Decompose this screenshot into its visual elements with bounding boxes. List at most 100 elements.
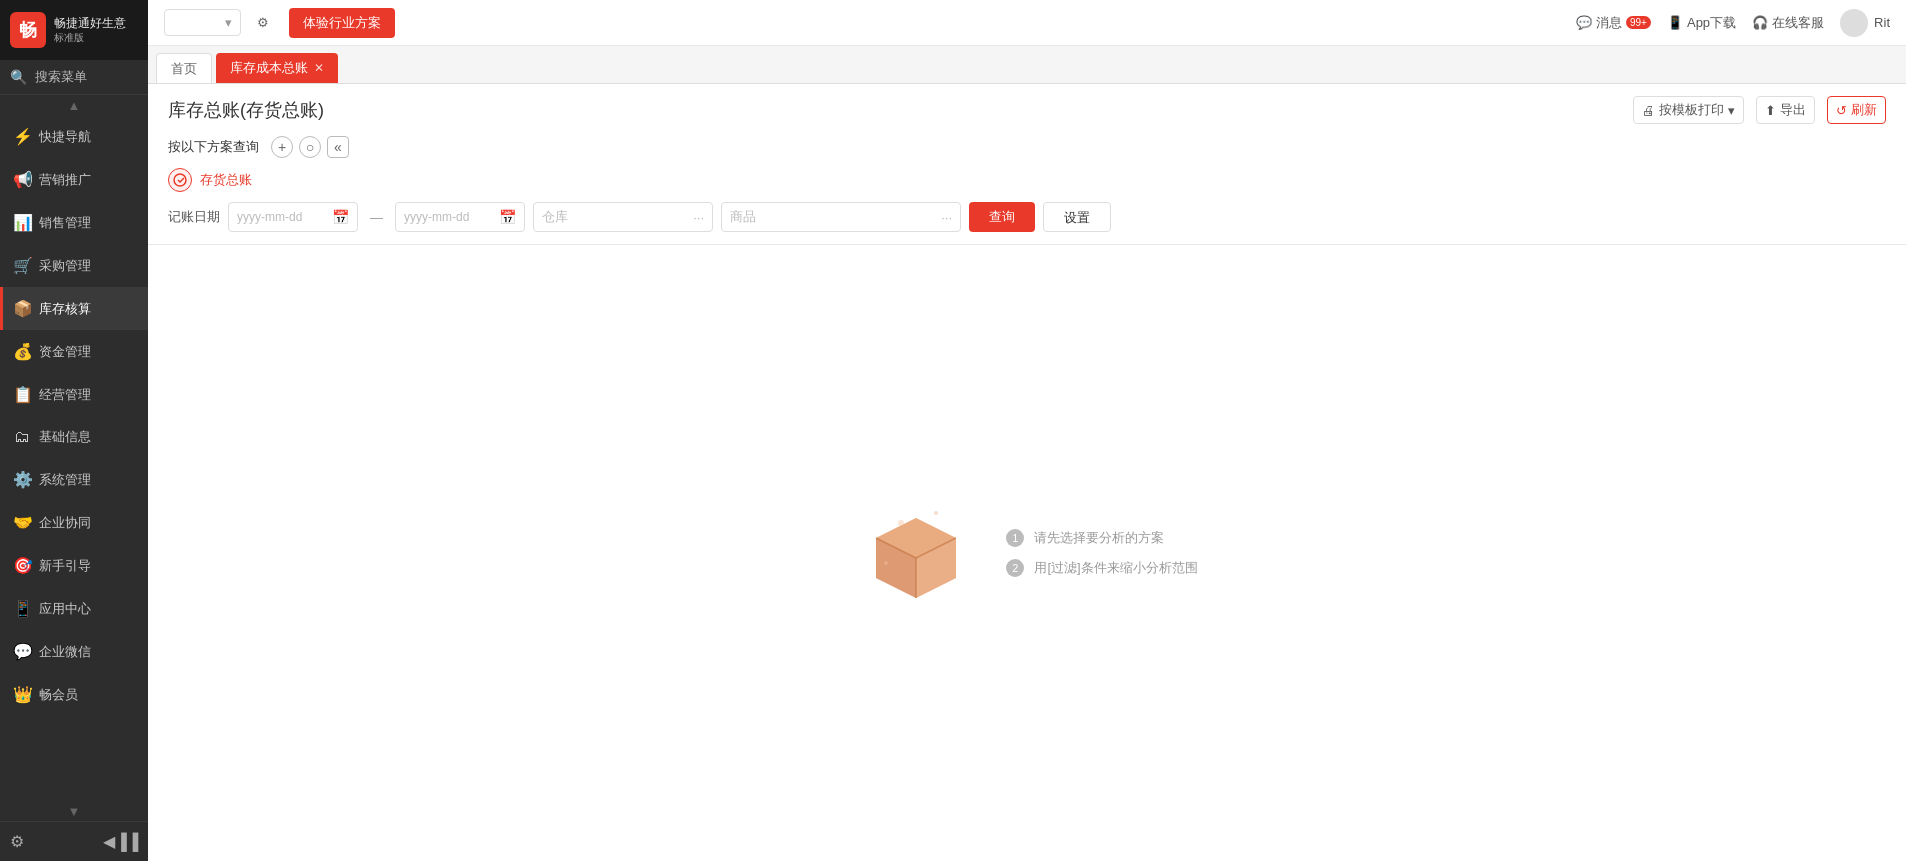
sidebar-item-finance[interactable]: 💰 资金管理 <box>0 330 148 373</box>
sidebar-footer: ⚙ ◀▐▐ <box>0 821 148 861</box>
page-content: 库存总账(存货总账) 🖨 按模板打印 ▾ ⬆ 导出 ↺ 刷新 <box>148 84 1906 861</box>
query-button[interactable]: 查询 <box>969 202 1035 232</box>
sidebar-item-purchase[interactable]: 🛒 采购管理 <box>0 244 148 287</box>
date-field-label: 记账日期 <box>168 208 220 226</box>
phone-icon: 📱 <box>1667 15 1683 30</box>
newbie-label: 新手引导 <box>39 557 91 575</box>
tabbar: 首页 库存成本总账 ✕ <box>148 46 1906 84</box>
filter-label: 按以下方案查询 <box>168 138 259 156</box>
footer-audio-icon[interactable]: ◀▐▐ <box>103 832 138 851</box>
tab-home[interactable]: 首页 <box>156 53 212 83</box>
user-name: Rit <box>1874 15 1890 30</box>
settings-button[interactable]: 设置 <box>1043 202 1111 232</box>
print-button[interactable]: 🖨 按模板打印 ▾ <box>1633 96 1744 124</box>
tab-inventory-cost[interactable]: 库存成本总账 ✕ <box>216 53 338 83</box>
empty-illustration <box>856 493 976 613</box>
sidebar-item-quick-nav[interactable]: ⚡ 快捷导航 <box>0 115 148 158</box>
sidebar-scroll-up[interactable]: ▲ <box>0 95 148 115</box>
sidebar-item-newbie[interactable]: 🎯 新手引导 <box>0 544 148 587</box>
svg-point-8 <box>898 520 904 526</box>
app-center-icon: 📱 <box>13 599 31 618</box>
page-title: 库存总账(存货总账) <box>168 98 324 122</box>
topbar-right: 💬 消息 99+ 📱 App下载 🎧 在线客服 Rit <box>1576 9 1890 37</box>
empty-state: 1 请先选择要分析的方案 2 用[过滤]条件来缩小分析范围 <box>148 245 1906 861</box>
topbar-left: ▾ ⚙ 体验行业方案 <box>164 8 1576 38</box>
sidebar-item-members[interactable]: 👑 畅会员 <box>0 673 148 716</box>
date-end-input[interactable]: yyyy-mm-dd 📅 <box>395 202 525 232</box>
online-support-item[interactable]: 🎧 在线客服 <box>1752 14 1824 32</box>
sidebar-item-marketing[interactable]: 📢 营销推广 <box>0 158 148 201</box>
date-separator: — <box>370 210 383 225</box>
scheme-label: 存货总账 <box>200 171 252 189</box>
refresh-label: 刷新 <box>1851 101 1877 119</box>
refresh-button[interactable]: ↺ 刷新 <box>1827 96 1886 124</box>
finance-label: 资金管理 <box>39 343 91 361</box>
svg-point-9 <box>934 511 938 515</box>
tip-text-1: 请先选择要分析的方案 <box>1034 529 1164 547</box>
sidebar-item-operations[interactable]: 📋 经营管理 <box>0 373 148 416</box>
tab-home-label: 首页 <box>171 60 197 78</box>
product-placeholder: 商品 <box>730 208 756 226</box>
inventory-icon: 📦 <box>13 299 31 318</box>
online-support-label: 在线客服 <box>1772 14 1824 32</box>
footer-settings-icon[interactable]: ⚙ <box>10 832 24 851</box>
user-area[interactable]: Rit <box>1840 9 1890 37</box>
search-menu-label: 搜索菜单 <box>35 68 87 86</box>
product-select[interactable]: 商品 ··· <box>721 202 961 232</box>
corp-wechat-label: 企业微信 <box>39 643 91 661</box>
marketing-label: 营销推广 <box>39 171 91 189</box>
message-item[interactable]: 💬 消息 99+ <box>1576 14 1651 32</box>
date-start-input[interactable]: yyyy-mm-dd 📅 <box>228 202 358 232</box>
tip-num-1: 1 <box>1006 529 1024 547</box>
app-logo: 畅 畅捷通好生意 标准版 <box>0 0 148 60</box>
topbar-settings-icon[interactable]: ⚙ <box>249 9 277 37</box>
app-download-item[interactable]: 📱 App下载 <box>1667 14 1736 32</box>
filter-area: 按以下方案查询 + ○ « 存货总账 记账日期 <box>168 136 1886 244</box>
app-version: 标准版 <box>54 31 126 45</box>
breadcrumb-text <box>173 14 221 31</box>
box-illustration <box>856 493 976 613</box>
sidebar-item-app-center[interactable]: 📱 应用中心 <box>0 587 148 630</box>
main-area: ▾ ⚙ 体验行业方案 💬 消息 99+ 📱 App下载 🎧 在线客服 Rit <box>148 0 1906 861</box>
filter-top-row: 按以下方案查询 + ○ « <box>168 136 1886 158</box>
basic-icon: 🗂 <box>13 428 31 446</box>
topbar: ▾ ⚙ 体验行业方案 💬 消息 99+ 📱 App下载 🎧 在线客服 Rit <box>148 0 1906 46</box>
sidebar-item-inventory[interactable]: 📦 库存核算 <box>0 287 148 330</box>
search-menu-item[interactable]: 🔍 搜索菜单 <box>0 60 148 95</box>
warehouse-select[interactable]: 仓库 ··· <box>533 202 713 232</box>
operations-label: 经营管理 <box>39 386 91 404</box>
sidebar-item-sales[interactable]: 📊 销售管理 <box>0 201 148 244</box>
quick-nav-icon: ⚡ <box>13 127 31 146</box>
scheme-icon[interactable] <box>168 168 192 192</box>
corp-wechat-icon: 💬 <box>13 642 31 661</box>
topbar-breadcrumb[interactable]: ▾ <box>164 9 241 36</box>
filter-add-button[interactable]: + <box>271 136 293 158</box>
basic-label: 基础信息 <box>39 428 91 446</box>
headset-icon: 🎧 <box>1752 15 1768 30</box>
sidebar-scroll-down[interactable]: ▼ <box>0 801 148 821</box>
sidebar-item-enterprise[interactable]: 🤝 企业协同 <box>0 501 148 544</box>
scheme-row: 存货总账 <box>168 168 1886 192</box>
filter-collapse-button[interactable]: « <box>327 136 349 158</box>
sidebar-item-system[interactable]: ⚙️ 系统管理 <box>0 458 148 501</box>
system-icon: ⚙️ <box>13 470 31 489</box>
refresh-icon: ↺ <box>1836 103 1847 118</box>
trial-button[interactable]: 体验行业方案 <box>289 8 395 38</box>
system-label: 系统管理 <box>39 471 91 489</box>
members-label: 畅会员 <box>39 686 78 704</box>
date-start-placeholder: yyyy-mm-dd <box>237 210 302 224</box>
filter-clear-button[interactable]: ○ <box>299 136 321 158</box>
empty-tip-1: 1 请先选择要分析的方案 <box>1006 529 1197 547</box>
tab-close-icon[interactable]: ✕ <box>314 61 324 75</box>
message-label: 消息 <box>1596 14 1622 32</box>
svg-point-10 <box>884 561 888 565</box>
sidebar-item-basic[interactable]: 🗂 基础信息 <box>0 416 148 458</box>
finance-icon: 💰 <box>13 342 31 361</box>
export-button[interactable]: ⬆ 导出 <box>1756 96 1815 124</box>
empty-inner: 1 请先选择要分析的方案 2 用[过滤]条件来缩小分析范围 <box>856 493 1197 613</box>
app-center-label: 应用中心 <box>39 600 91 618</box>
sidebar-menu: ⚡ 快捷导航 📢 营销推广 📊 销售管理 🛒 采购管理 📦 库存核算 💰 资金管… <box>0 115 148 801</box>
sidebar-item-corp-wechat[interactable]: 💬 企业微信 <box>0 630 148 673</box>
logo-icon: 畅 <box>10 12 46 48</box>
tip-num-2: 2 <box>1006 559 1024 577</box>
